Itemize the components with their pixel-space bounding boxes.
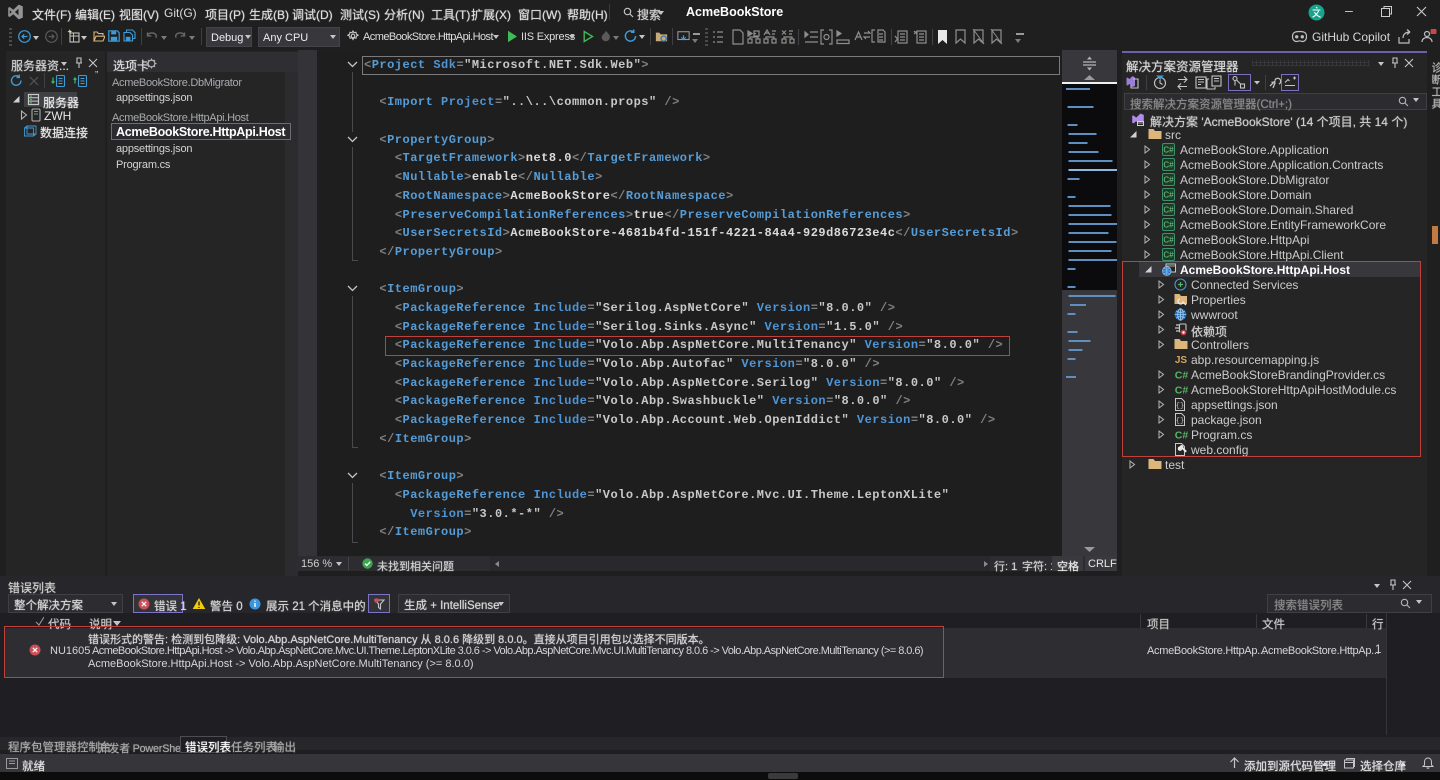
svg-text:C#: C# <box>1163 146 1174 155</box>
svg-text:C#: C# <box>1163 161 1174 170</box>
svg-text:C#: C# <box>1163 251 1174 260</box>
svg-text:C#: C# <box>1163 236 1174 245</box>
svg-text:C#: C# <box>1163 176 1174 185</box>
svg-text:C#: C# <box>1163 191 1174 200</box>
svg-text:C#: C# <box>1163 221 1174 230</box>
svg-text:C#: C# <box>1163 206 1174 215</box>
